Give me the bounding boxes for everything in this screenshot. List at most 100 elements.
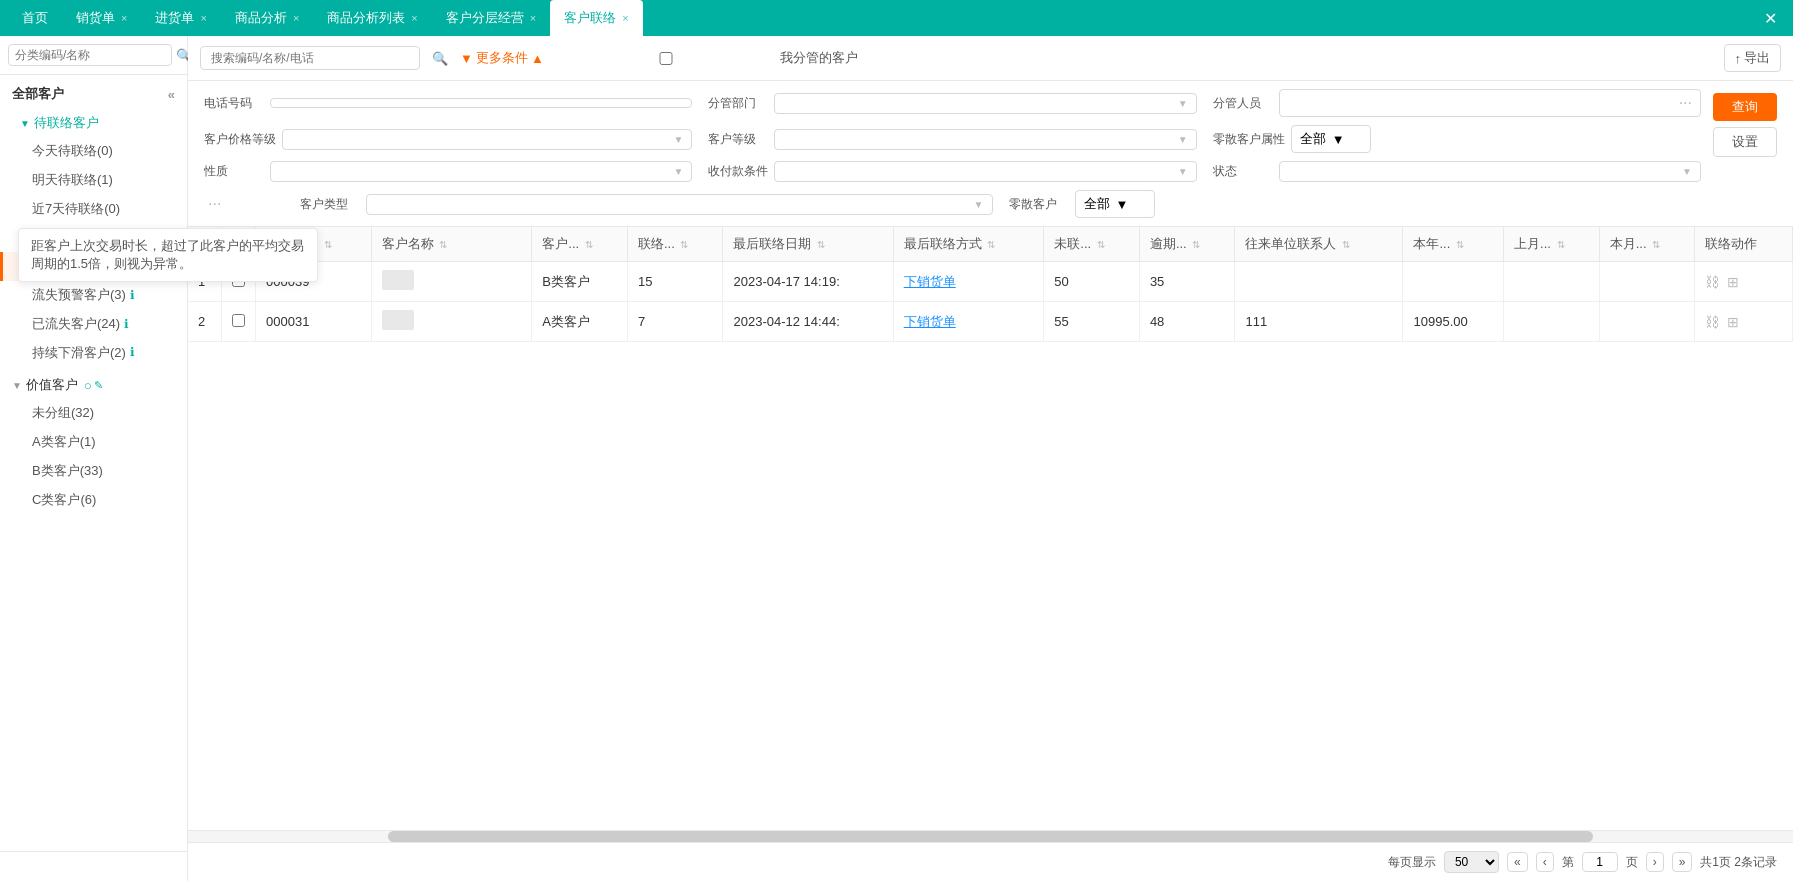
search-button[interactable]: 🔍 (432, 51, 448, 66)
row2-grid-icon[interactable]: ⊞ (1727, 314, 1739, 330)
search-input[interactable] (200, 46, 420, 70)
row1-link-icon[interactable]: ⛓ (1705, 274, 1719, 290)
table-th-last-contact-date[interactable]: 最后联络日期 ⇅ (723, 227, 893, 262)
filter-dept-select[interactable]: ▼ (774, 93, 1196, 114)
first-page-button[interactable]: « (1507, 852, 1528, 872)
table-th-uncontacted[interactable]: 未联... ⇅ (1044, 227, 1140, 262)
filter-nature-select[interactable]: ▼ (270, 161, 692, 182)
sidebar-item-ungrouped[interactable]: 未分组(32) (0, 399, 187, 428)
declining-info-icon[interactable]: ℹ (130, 343, 135, 362)
sidebar-collapse-icon[interactable]: « (168, 87, 175, 102)
horizontal-scrollbar[interactable] (188, 830, 1793, 842)
nav-product-analysis-list[interactable]: 商品分析列表 × (313, 0, 431, 36)
sidebar-group-value-customers[interactable]: ▼ 价值客户 ○ ✎ (0, 371, 187, 399)
sidebar-item-tomorrow[interactable]: 明天待联络(1) (0, 166, 187, 195)
row1-name[interactable] (371, 262, 531, 302)
filter-phone-input[interactable] (270, 98, 692, 108)
table-th-overdue[interactable]: 逾期... ⇅ (1139, 227, 1235, 262)
filter-price-tier-select[interactable]: ▼ (282, 129, 692, 150)
row2-last-contact-method[interactable]: 下销货单 (893, 302, 1044, 342)
table-sort-method-icon[interactable]: ⇅ (987, 239, 995, 250)
nav-home[interactable]: 首页 (8, 0, 62, 36)
last-page-button[interactable]: » (1672, 852, 1693, 872)
table-sort-year-icon[interactable]: ⇅ (1456, 239, 1464, 250)
prev-page-button[interactable]: ‹ (1536, 852, 1554, 872)
sidebar-item-churned[interactable]: 已流失客户(24) ℹ (0, 310, 187, 339)
filter-retail-customer-select[interactable]: 全部 ▼ (1075, 190, 1155, 218)
sidebar-item-a-class[interactable]: A类客户(1) (0, 428, 187, 457)
filter-customer-tier-select[interactable]: ▼ (774, 129, 1196, 150)
sidebar-item-c-class[interactable]: C类客户(6) (0, 486, 187, 515)
table-th-this-month[interactable]: 本月... ⇅ (1599, 227, 1695, 262)
sidebar-item-today[interactable]: 今天待联络(0) (0, 137, 187, 166)
page-number-input[interactable] (1582, 852, 1618, 872)
my-customers-checkbox[interactable]: 我分管的客户 (556, 49, 858, 67)
sidebar-item-churn-warning[interactable]: 流失预警客户(3) ℹ (0, 281, 187, 310)
table-th-customer-type[interactable]: 客户... ⇅ (532, 227, 628, 262)
close-sales-order-icon[interactable]: × (121, 12, 127, 24)
table-sort-thismonth-icon[interactable]: ⇅ (1652, 239, 1660, 250)
table-th-contact-person[interactable]: 往来单位联系人 ⇅ (1235, 227, 1403, 262)
filter-row4-dots-icon[interactable]: ··· (208, 195, 221, 213)
nav-purchase-order[interactable]: 进货单 × (141, 0, 220, 36)
row2-checkbox[interactable] (222, 302, 256, 342)
sidebar-item-b-class[interactable]: B类客户(33) (0, 457, 187, 486)
table-sort-lastmonth-icon[interactable]: ⇅ (1557, 239, 1565, 250)
row2-contact-method-link[interactable]: 下销货单 (904, 314, 956, 329)
nav-product-analysis[interactable]: 商品分析 × (221, 0, 313, 36)
row2-select-checkbox[interactable] (232, 314, 245, 327)
row1-grid-icon[interactable]: ⊞ (1727, 274, 1739, 290)
table-th-contact[interactable]: 联络... ⇅ (627, 227, 723, 262)
settings-button[interactable]: 设置 (1713, 127, 1777, 157)
table-sort-uncontacted-icon[interactable]: ⇅ (1097, 239, 1105, 250)
next-page-button[interactable]: › (1646, 852, 1664, 872)
table-sort-contact-icon[interactable]: ⇅ (680, 239, 688, 250)
filter-manager-input[interactable]: ··· (1279, 89, 1701, 117)
table-wrapper[interactable]: ⚙ 客户编码 ⇅ 客户名称 ⇅ (188, 227, 1793, 830)
sidebar-search-input[interactable] (8, 44, 172, 66)
close-product-analysis-list-icon[interactable]: × (411, 12, 417, 24)
row1-last-contact-method[interactable]: 下销货单 (893, 262, 1044, 302)
filter-status-select[interactable]: ▼ (1279, 161, 1701, 182)
row2-link-icon[interactable]: ⛓ (1705, 314, 1719, 330)
sidebar-item-7days[interactable]: 近7天待联络(0) (0, 195, 187, 224)
nav-sales-order[interactable]: 销货单 × (62, 0, 141, 36)
row2-name[interactable] (371, 302, 531, 342)
close-customer-contact-icon[interactable]: × (622, 12, 628, 24)
table-th-name[interactable]: 客户名称 ⇅ (371, 227, 531, 262)
close-purchase-order-icon[interactable]: × (200, 12, 206, 24)
filter-payment-select[interactable]: ▼ (774, 161, 1196, 182)
row2-code[interactable]: 000031 (256, 302, 372, 342)
table-sort-type-icon[interactable]: ⇅ (585, 239, 593, 250)
sidebar-group2-settings-icon[interactable]: ✎ (94, 379, 103, 392)
export-button[interactable]: ↑ 导出 (1724, 44, 1782, 72)
query-button[interactable]: 查询 (1713, 93, 1777, 121)
more-filter-button[interactable]: ▼ 更多条件 ▲ (460, 49, 544, 67)
sidebar-group-pending-contact[interactable]: ▼ 待联络客户 (0, 109, 187, 137)
filter-manager-dots-icon[interactable]: ··· (1679, 94, 1692, 112)
nav-customer-tier[interactable]: 客户分层经营 × (432, 0, 550, 36)
my-customers-check[interactable] (556, 52, 776, 65)
churned-info-icon[interactable]: ℹ (124, 315, 129, 334)
window-close-button[interactable]: ✕ (1756, 9, 1785, 28)
filter-retail-attr-select[interactable]: 全部 ▼ (1291, 125, 1371, 153)
nav-customer-contact[interactable]: 客户联络 × (550, 0, 642, 36)
table-th-last-contact-method[interactable]: 最后联络方式 ⇅ (893, 227, 1044, 262)
sidebar-item-declining[interactable]: 持续下滑客户(2) ℹ (0, 339, 187, 368)
per-page-select[interactable]: 50 100 200 (1444, 851, 1499, 873)
table-sort-overdue-icon[interactable]: ⇅ (1192, 239, 1200, 250)
table-sort-code-icon[interactable]: ⇅ (324, 239, 332, 250)
table-sort-name-icon[interactable]: ⇅ (439, 239, 447, 250)
filter-customer-type-select[interactable]: ▼ (366, 194, 993, 215)
table-th-this-year[interactable]: 本年... ⇅ (1403, 227, 1504, 262)
sidebar-all-customers[interactable]: 全部客户 « (0, 79, 187, 109)
table-th-last-month[interactable]: 上月... ⇅ (1504, 227, 1600, 262)
sidebar-group2-edit-icon[interactable]: ○ (84, 378, 92, 393)
table-sort-date-icon[interactable]: ⇅ (817, 239, 825, 250)
table-sort-person-icon[interactable]: ⇅ (1342, 239, 1350, 250)
close-customer-tier-icon[interactable]: × (530, 12, 536, 24)
horizontal-scrollbar-thumb[interactable] (388, 831, 1593, 842)
close-product-analysis-icon[interactable]: × (293, 12, 299, 24)
row1-contact-method-link[interactable]: 下销货单 (904, 274, 956, 289)
churn-warning-info-icon[interactable]: ℹ (130, 286, 135, 305)
